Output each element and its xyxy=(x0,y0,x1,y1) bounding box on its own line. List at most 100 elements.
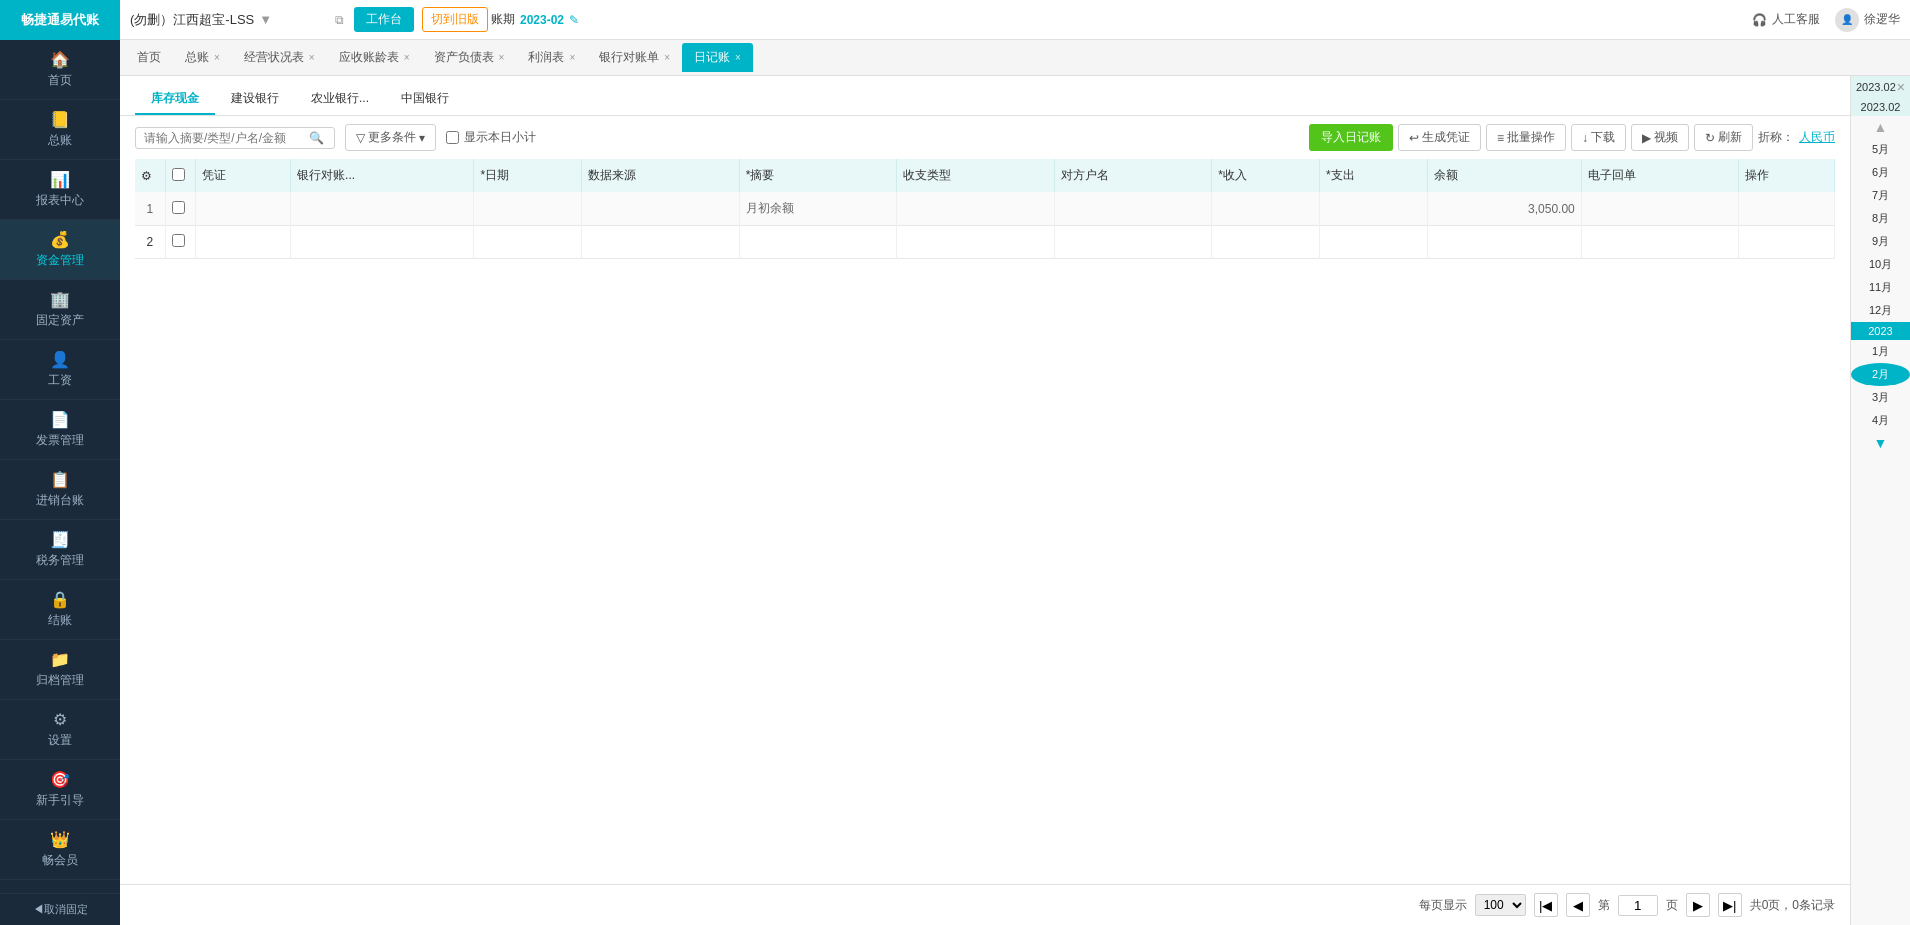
tab-ledger[interactable]: 总账 × xyxy=(173,43,232,72)
date-month-8[interactable]: 8月 xyxy=(1851,207,1910,230)
video-button[interactable]: ▶ 视频 xyxy=(1631,124,1689,151)
td-check[interactable] xyxy=(165,192,195,226)
settings-icon: ⚙ xyxy=(53,710,67,729)
date-nav-down[interactable]: ▼ xyxy=(1851,432,1910,454)
date-month-3-2023[interactable]: 3月 xyxy=(1851,386,1910,409)
td-check[interactable] xyxy=(165,226,195,259)
archive-icon: 📁 xyxy=(50,650,70,669)
bank-tab-construction[interactable]: 建设银行 xyxy=(215,84,295,115)
row-checkbox[interactable] xyxy=(172,201,185,214)
td-summary xyxy=(739,226,897,259)
bank-tab-china[interactable]: 中国银行 xyxy=(385,84,465,115)
first-page-button[interactable]: |◀ xyxy=(1534,893,1558,917)
prev-page-button[interactable]: ◀ xyxy=(1566,893,1590,917)
filter-icon: ▽ xyxy=(356,131,365,145)
period-value[interactable]: 2023-02 xyxy=(520,13,564,27)
tab-close-icon[interactable]: × xyxy=(664,52,670,63)
batch-op-button[interactable]: ≡ 批量操作 xyxy=(1486,124,1566,151)
company-dropdown-icon[interactable]: ▼ xyxy=(259,12,272,27)
tab-operations[interactable]: 经营状况表 × xyxy=(232,43,327,72)
currency-value[interactable]: 人民币 xyxy=(1799,129,1835,146)
date-month-9[interactable]: 9月 xyxy=(1851,230,1910,253)
row-checkbox[interactable] xyxy=(172,234,185,247)
date-month-1-2023[interactable]: 1月 xyxy=(1851,340,1910,363)
download-button[interactable]: ↓ 下载 xyxy=(1571,124,1626,151)
date-panel-close-button[interactable]: × xyxy=(1897,79,1905,95)
generate-voucher-button[interactable]: ↩ 生成凭证 xyxy=(1398,124,1481,151)
search-icon[interactable]: 🔍 xyxy=(309,131,324,145)
td-date xyxy=(474,192,582,226)
th-check[interactable] xyxy=(165,159,195,192)
date-month-12[interactable]: 12月 xyxy=(1851,299,1910,322)
td-num: 1 xyxy=(135,192,165,226)
customer-service[interactable]: 🎧 人工客服 xyxy=(1752,11,1820,28)
worktable-button[interactable]: 工作台 xyxy=(354,7,414,32)
sidebar-item-home[interactable]: 🏠 首页 xyxy=(0,40,120,100)
td-summary: 月初余额 xyxy=(739,192,897,226)
search-box[interactable]: 🔍 xyxy=(135,127,335,149)
tab-profit[interactable]: 利润表 × xyxy=(516,43,587,72)
tab-close-icon[interactable]: × xyxy=(735,52,741,63)
search-input[interactable] xyxy=(144,131,304,145)
page-input[interactable] xyxy=(1618,895,1658,916)
bank-tab-agriculture[interactable]: 农业银行... xyxy=(295,84,385,115)
last-page-button[interactable]: ▶| xyxy=(1718,893,1742,917)
period-edit-icon[interactable]: ✎ xyxy=(569,13,579,27)
unpin-sidebar-button[interactable]: ◀取消固定 xyxy=(0,893,120,925)
home-icon: 🏠 xyxy=(50,50,70,69)
td-ereceipt xyxy=(1581,226,1739,259)
select-all-checkbox[interactable] xyxy=(172,168,185,181)
date-month-4-2023[interactable]: 4月 xyxy=(1851,409,1910,432)
tab-close-icon[interactable]: × xyxy=(309,52,315,63)
tab-ar-aging[interactable]: 应收账龄表 × xyxy=(327,43,422,72)
import-journal-button[interactable]: 导入日记账 xyxy=(1309,124,1393,151)
th-settings[interactable]: ⚙ xyxy=(135,159,165,192)
tab-balance-sheet[interactable]: 资产负债表 × xyxy=(422,43,517,72)
sidebar-item-purchase[interactable]: 📋 进销台账 xyxy=(0,460,120,520)
sidebar-item-tax[interactable]: 🧾 税务管理 xyxy=(0,520,120,580)
sidebar-item-reports[interactable]: 📊 报表中心 xyxy=(0,160,120,220)
sidebar-item-assets[interactable]: 🏢 固定资产 xyxy=(0,280,120,340)
refresh-button[interactable]: ↻ 刷新 xyxy=(1694,124,1753,151)
sidebar-item-close[interactable]: 🔒 结账 xyxy=(0,580,120,640)
tabs-bar: 首页 总账 × 经营状况表 × 应收账龄表 × 资产负债表 × 利润表 × 银行… xyxy=(120,40,1910,76)
sidebar-item-archive[interactable]: 📁 归档管理 xyxy=(0,640,120,700)
tab-home[interactable]: 首页 xyxy=(125,43,173,72)
journal-content: 库存现金 建设银行 农业银行... 中国银行 🔍 ▽ 更多条件 ▾ 显示 xyxy=(120,76,1850,925)
user-profile[interactable]: 👤 徐逻华 xyxy=(1835,8,1900,32)
tab-journal[interactable]: 日记账 × xyxy=(682,43,753,72)
date-scroll-down-button[interactable]: ▼ xyxy=(1874,435,1888,451)
sidebar-item-settings[interactable]: ⚙ 设置 xyxy=(0,700,120,760)
date-panel-year-header: 2023.02 xyxy=(1856,81,1896,93)
sidebar-item-ledger[interactable]: 📒 总账 xyxy=(0,100,120,160)
sidebar-item-salary[interactable]: 👤 工资 xyxy=(0,340,120,400)
bank-tab-cash[interactable]: 库存现金 xyxy=(135,84,215,115)
per-page-select[interactable]: 100 50 200 xyxy=(1475,894,1526,916)
date-month-7[interactable]: 7月 xyxy=(1851,184,1910,207)
tab-close-icon[interactable]: × xyxy=(404,52,410,63)
date-scroll-up-button[interactable]: ▲ xyxy=(1874,119,1888,135)
page-unit: 页 xyxy=(1666,897,1678,914)
date-nav-up[interactable]: ▲ xyxy=(1851,116,1910,138)
show-subtotal-label: 显示本日小计 xyxy=(446,129,536,146)
sidebar-item-vip[interactable]: 👑 畅会员 xyxy=(0,820,120,880)
copy-icon[interactable]: ⧉ xyxy=(335,13,344,27)
date-month-6[interactable]: 6月 xyxy=(1851,161,1910,184)
sidebar-item-guide[interactable]: 🎯 新手引导 xyxy=(0,760,120,820)
date-month-11[interactable]: 11月 xyxy=(1851,276,1910,299)
date-month-2-2023[interactable]: 2月 xyxy=(1851,363,1910,386)
filter-button[interactable]: ▽ 更多条件 ▾ xyxy=(345,124,436,151)
tab-close-icon[interactable]: × xyxy=(499,52,505,63)
date-month-5[interactable]: 5月 xyxy=(1851,138,1910,161)
company-selector[interactable]: (勿删）江西超宝-LSS ▼ xyxy=(130,11,330,29)
purchase-icon: 📋 xyxy=(50,470,70,489)
next-page-button[interactable]: ▶ xyxy=(1686,893,1710,917)
tab-close-icon[interactable]: × xyxy=(569,52,575,63)
tab-bank-statement[interactable]: 银行对账单 × xyxy=(587,43,682,72)
old-version-button[interactable]: 切到旧版 xyxy=(422,7,488,32)
show-subtotal-checkbox[interactable] xyxy=(446,131,459,144)
tab-close-icon[interactable]: × xyxy=(214,52,220,63)
sidebar-item-finance[interactable]: 💰 资金管理 xyxy=(0,220,120,280)
sidebar-item-invoice[interactable]: 📄 发票管理 xyxy=(0,400,120,460)
date-month-10[interactable]: 10月 xyxy=(1851,253,1910,276)
